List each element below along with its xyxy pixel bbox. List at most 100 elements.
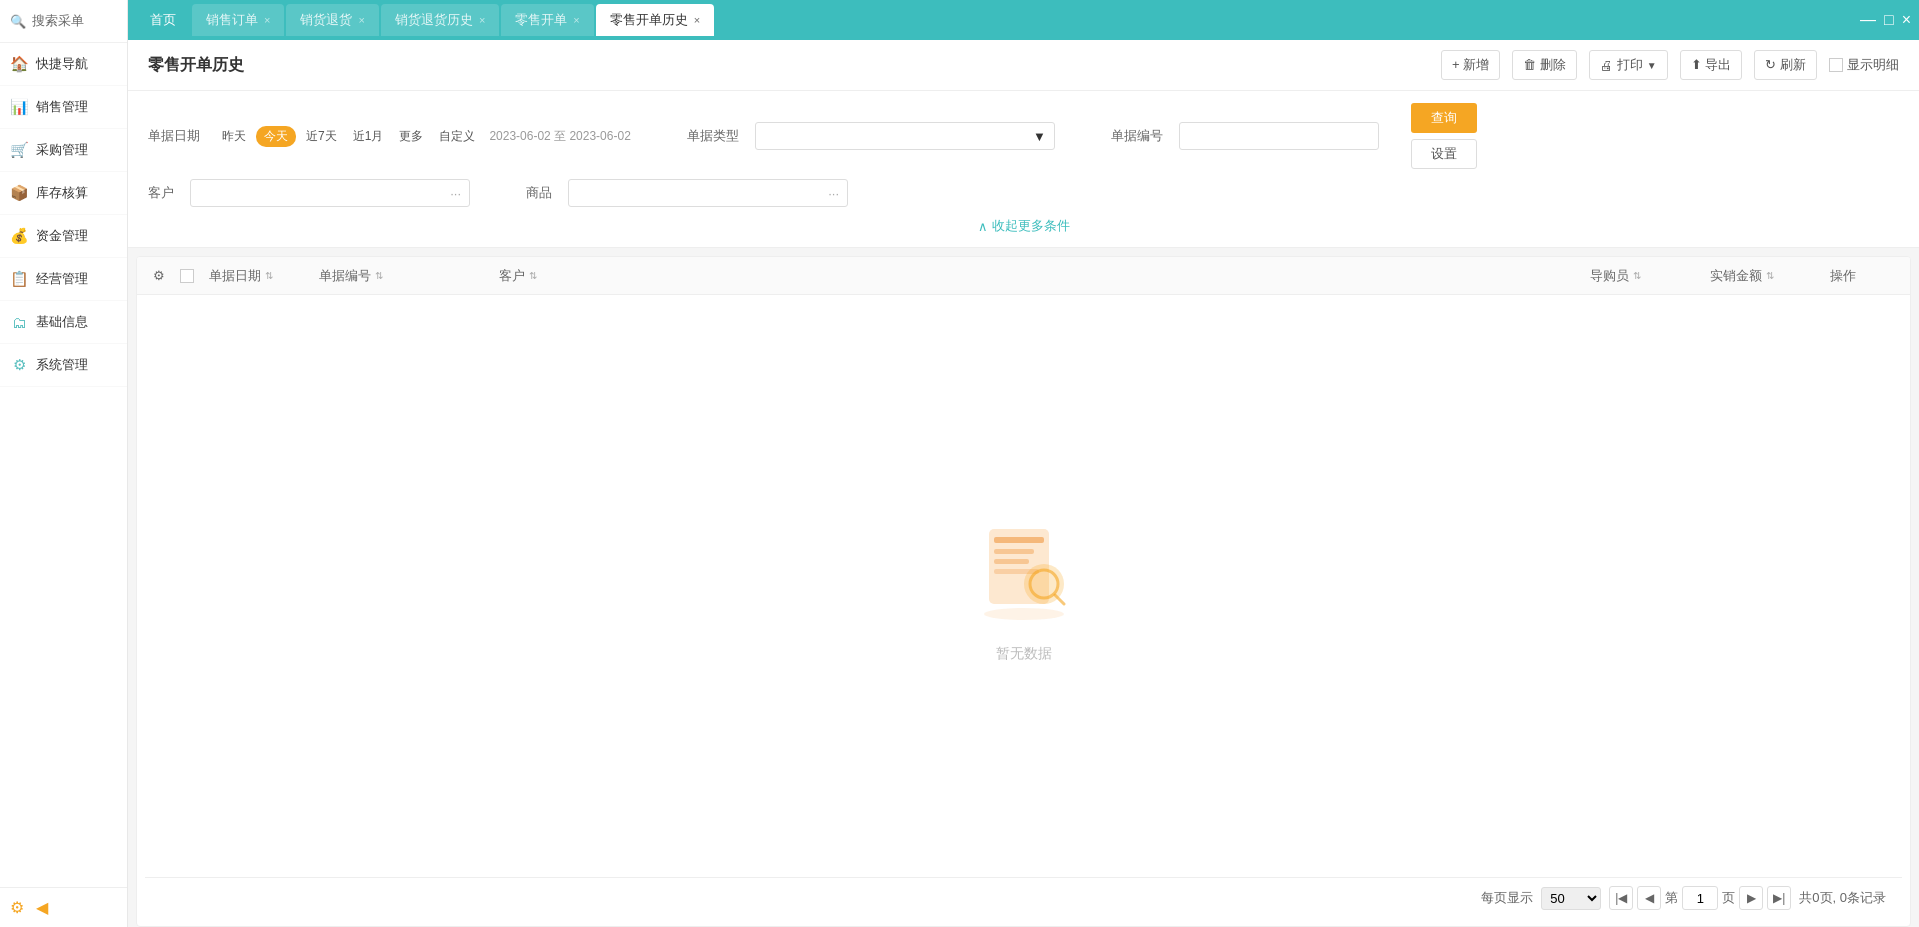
last7days-btn[interactable]: 近7天 (300, 126, 343, 147)
settings-bottom-icon[interactable]: ⚙ (10, 898, 24, 917)
tab-bar: 首页 销售订单 × 销货退货 × 销货退货历史 × 零售开单 × 零售开单历史 … (128, 0, 1919, 40)
minimize-btn[interactable]: — (1860, 11, 1876, 29)
th-customer-label: 客户 (499, 267, 525, 285)
tab-retail-open[interactable]: 零售开单 × (501, 4, 593, 36)
sidebar-item-sales-mgmt[interactable]: 📊 销售管理 (0, 86, 127, 129)
query-button[interactable]: 查询 (1411, 103, 1477, 133)
customer-sort-icon: ⇅ (529, 270, 537, 281)
tab-sales-return[interactable]: 销货退货 × (286, 4, 378, 36)
bill-number-input[interactable] (1179, 122, 1379, 150)
tab-sales-order[interactable]: 销售订单 × (192, 4, 284, 36)
display-detail-checkbox[interactable] (1829, 58, 1843, 72)
settings-button[interactable]: 设置 (1411, 139, 1477, 169)
last-page-btn[interactable]: ▶| (1767, 886, 1791, 910)
sales-icon: 📊 (10, 98, 28, 116)
table-header: ⚙ 单据日期 ⇅ 单据编号 ⇅ 客户 ⇅ 导购员 ⇅ (137, 257, 1910, 295)
svg-rect-2 (994, 537, 1044, 543)
sidebar: 🔍 搜索采单 🏠 快捷导航 📊 销售管理 🛒 采购管理 📦 库存核算 💰 资金管… (0, 0, 128, 927)
tab-retail-open-history-close[interactable]: × (694, 14, 700, 26)
add-button[interactable]: + 新增 (1441, 50, 1500, 80)
sidebar-item-label: 库存核算 (36, 184, 88, 202)
bill-type-label: 单据类型 (687, 127, 739, 145)
tab-sales-return-close[interactable]: × (358, 14, 364, 26)
collapse-sidebar-icon[interactable]: ◀ (36, 898, 48, 917)
sidebar-item-label: 采购管理 (36, 141, 88, 159)
collapse-up-icon: ∧ (978, 219, 988, 234)
tab-sales-return-history[interactable]: 销货退货历史 × (381, 4, 499, 36)
today-btn[interactable]: 今天 (256, 126, 296, 147)
sidebar-item-ops-mgmt[interactable]: 📋 经营管理 (0, 258, 127, 301)
th-date-label: 单据日期 (209, 267, 261, 285)
delete-button[interactable]: 🗑 删除 (1512, 50, 1577, 80)
yesterday-btn[interactable]: 昨天 (216, 126, 252, 147)
th-number[interactable]: 单据编号 ⇅ (311, 267, 491, 285)
date-filter-label: 单据日期 (148, 127, 200, 145)
goods-select[interactable]: ··· (568, 179, 848, 207)
custom-btn[interactable]: 自定义 (433, 126, 481, 147)
print-dropdown-icon: ▼ (1647, 60, 1657, 71)
bill-type-select[interactable]: ▼ (755, 122, 1055, 150)
last1month-btn[interactable]: 近1月 (347, 126, 390, 147)
maximize-btn[interactable]: □ (1884, 11, 1894, 29)
page-size-select[interactable]: 50 10 20 100 (1541, 887, 1601, 910)
th-amount[interactable]: 实销金额 ⇅ (1702, 267, 1822, 285)
sidebar-item-sys-mgmt[interactable]: ⚙ 系统管理 (0, 344, 127, 387)
customer-ellipsis[interactable]: ··· (450, 186, 461, 201)
goods-filter-label: 商品 (526, 184, 552, 202)
sidebar-item-label: 资金管理 (36, 227, 88, 245)
sidebar-item-inventory[interactable]: 📦 库存核算 (0, 172, 127, 215)
tab-retail-open-history-label: 零售开单历史 (610, 11, 688, 29)
more-btn[interactable]: 更多 (393, 126, 429, 147)
collapse-filter-label: 收起更多条件 (992, 217, 1070, 235)
next-page-btn[interactable]: ▶ (1739, 886, 1763, 910)
sidebar-search[interactable]: 🔍 搜索采单 (0, 0, 127, 43)
page-total: 共0页, 0条记录 (1799, 889, 1886, 907)
tab-sales-return-history-close[interactable]: × (479, 14, 485, 26)
print-button[interactable]: 🖨 打印 ▼ (1589, 50, 1668, 80)
th-action: 操作 (1822, 267, 1902, 285)
tab-sales-order-close[interactable]: × (264, 14, 270, 26)
filter-row-1: 单据日期 昨天 今天 近7天 近1月 更多 自定义 2023-06-02 至 2… (148, 103, 1899, 169)
table-settings-btn[interactable]: ⚙ (145, 268, 173, 283)
content-area: 零售开单历史 + 新增 🗑 删除 🖨 打印 ▼ ⬆ 导出 ↻ 刷新 显示明细 (128, 40, 1919, 927)
goods-ellipsis[interactable]: ··· (828, 186, 839, 201)
guide-sort-icon: ⇅ (1633, 270, 1641, 281)
page-label: 页 (1722, 889, 1735, 907)
page-number-input[interactable] (1682, 886, 1718, 910)
sidebar-item-basic-info[interactable]: 🗂 基础信息 (0, 301, 127, 344)
export-button[interactable]: ⬆ 导出 (1680, 50, 1743, 80)
sidebar-item-finance[interactable]: 💰 资金管理 (0, 215, 127, 258)
bill-type-dropdown-icon: ▼ (1033, 129, 1046, 144)
tab-home-label: 首页 (150, 11, 176, 29)
th-guide[interactable]: 导购员 ⇅ (1582, 267, 1702, 285)
th-date[interactable]: 单据日期 ⇅ (201, 267, 311, 285)
tab-home[interactable]: 首页 (136, 4, 190, 36)
refresh-button[interactable]: ↻ 刷新 (1754, 50, 1817, 80)
th-customer[interactable]: 客户 ⇅ (491, 267, 1582, 285)
close-btn[interactable]: × (1902, 11, 1911, 29)
select-all-checkbox[interactable] (173, 269, 201, 283)
tab-sales-order-label: 销售订单 (206, 11, 258, 29)
sidebar-item-quick-nav[interactable]: 🏠 快捷导航 (0, 43, 127, 86)
tab-retail-open-close[interactable]: × (573, 14, 579, 26)
purchase-icon: 🛒 (10, 141, 28, 159)
basic-info-icon: 🗂 (10, 313, 28, 331)
customer-select[interactable]: ··· (190, 179, 470, 207)
collapse-filter-btn[interactable]: ∧ 收起更多条件 (148, 217, 1899, 235)
tab-sales-return-history-label: 销货退货历史 (395, 11, 473, 29)
tab-retail-open-history[interactable]: 零售开单历史 × (596, 4, 714, 36)
tab-retail-open-label: 零售开单 (515, 11, 567, 29)
window-controls: — □ × (1860, 11, 1911, 29)
amount-sort-icon: ⇅ (1766, 270, 1774, 281)
finance-icon: 💰 (10, 227, 28, 245)
display-detail-toggle[interactable]: 显示明细 (1829, 56, 1899, 74)
page-title: 零售开单历史 (148, 55, 244, 76)
svg-rect-3 (994, 549, 1034, 554)
sidebar-item-purchase-mgmt[interactable]: 🛒 采购管理 (0, 129, 127, 172)
empty-illustration (964, 509, 1084, 629)
customer-filter-label: 客户 (148, 184, 174, 202)
first-page-btn[interactable]: |◀ (1609, 886, 1633, 910)
prev-page-btn[interactable]: ◀ (1637, 886, 1661, 910)
sidebar-search-label: 搜索采单 (32, 12, 84, 30)
print-label: 打印 (1617, 56, 1643, 74)
